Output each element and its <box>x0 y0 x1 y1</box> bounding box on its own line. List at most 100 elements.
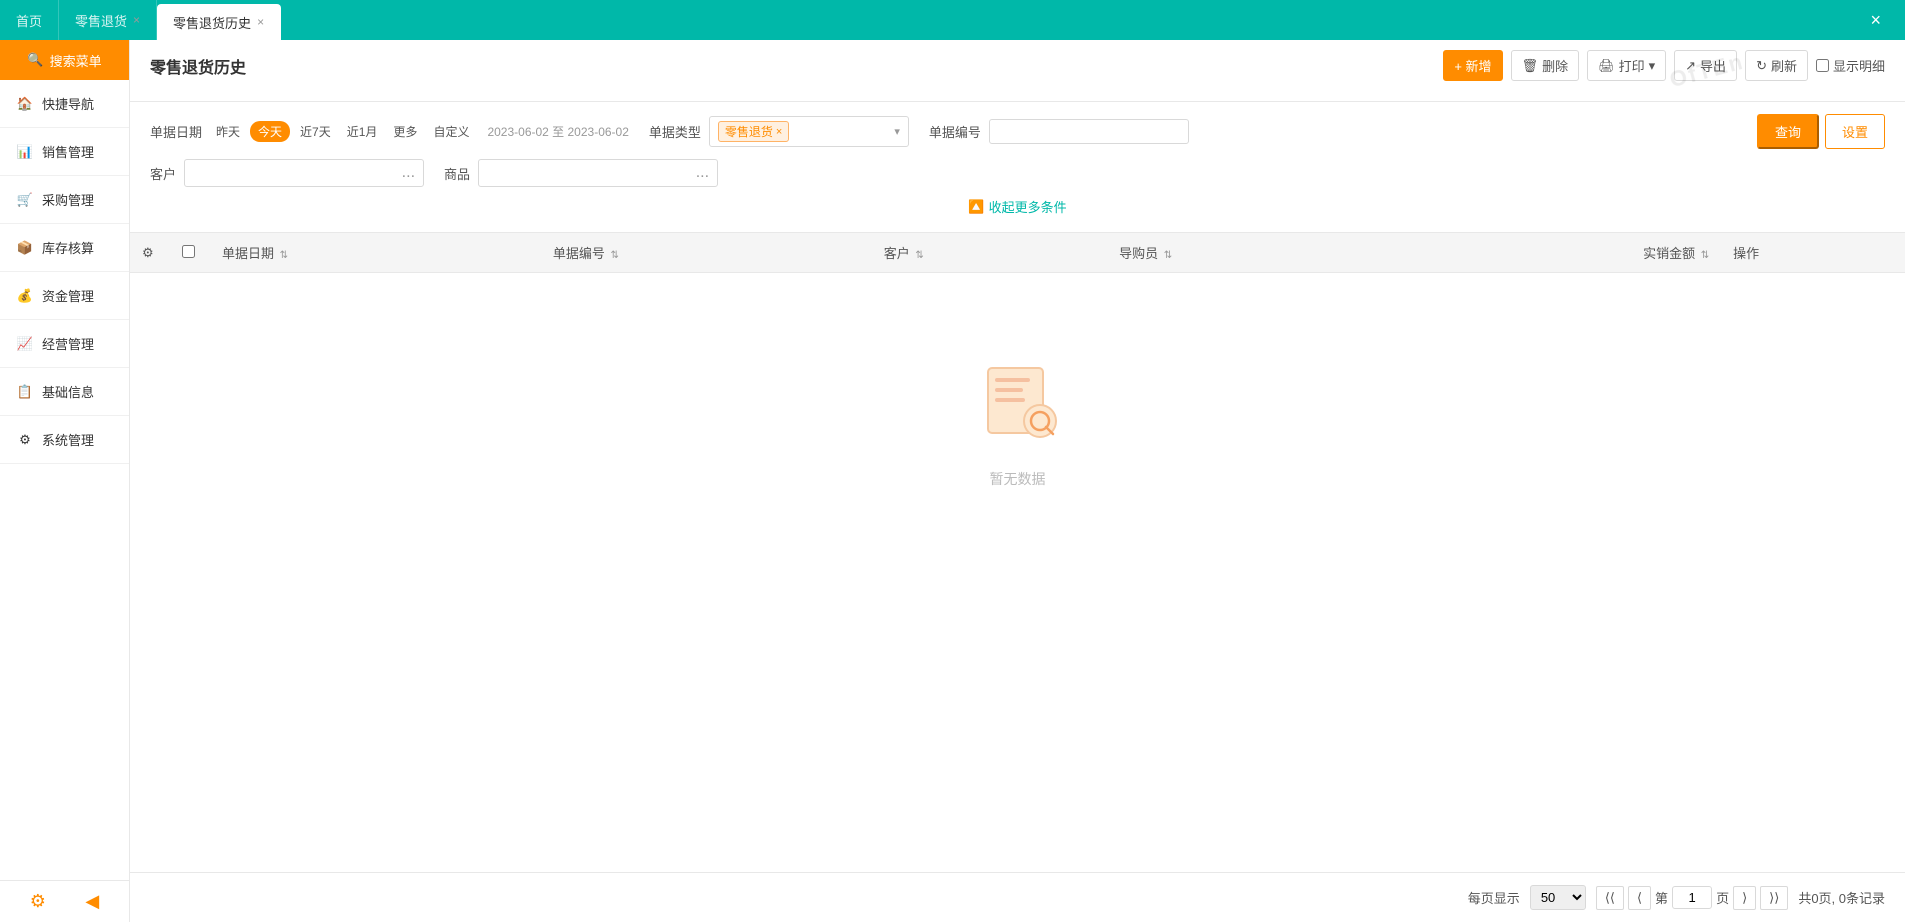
next-page-btn[interactable]: ⟩ <box>1733 886 1756 910</box>
voucher-type-chevron: ▾ <box>894 125 900 138</box>
sidebar-item-operations[interactable]: 📈 经营管理 <box>0 320 129 368</box>
print-dropdown-icon: ▾ <box>1649 58 1656 74</box>
search-menu-label: 搜索菜单 <box>50 51 102 70</box>
th-settings[interactable]: ⚙ <box>130 233 170 273</box>
voucher-no-filter: 单据编号 <box>929 119 1189 144</box>
sidebar-item-basic-info[interactable]: 📋 基础信息 <box>0 368 129 416</box>
content-area: 零售退货历史 + 新增 🗑 删除 🖨 打印 ▾ ↗ 导出 <box>130 40 1905 922</box>
settings-button[interactable]: 设置 <box>1825 114 1885 149</box>
th-date[interactable]: 单据日期 ⇅ <box>210 233 541 273</box>
sidebar-item-sales-mgmt[interactable]: 📊 销售管理 <box>0 128 129 176</box>
voucher-type-tag: 零售退货 × <box>718 121 789 142</box>
th-customer[interactable]: 客户 ⇅ <box>872 233 1107 273</box>
th-amount[interactable]: 实销金额 ⇅ <box>1390 233 1721 273</box>
sidebar-label-basic-info: 基础信息 <box>42 382 94 401</box>
sidebar-label-inventory: 库存核算 <box>42 238 94 257</box>
voucher-type-select[interactable]: 零售退货 × ▾ <box>709 116 909 147</box>
th-guide-label: 导购员 <box>1119 246 1158 261</box>
goods-input[interactable] <box>487 166 692 181</box>
export-button[interactable]: ↗ 导出 <box>1674 50 1737 81</box>
page-size-select[interactable]: 50 100 200 <box>1530 885 1586 910</box>
sidebar-item-quick-nav[interactable]: 🏠 快捷导航 <box>0 80 129 128</box>
sidebar-item-system[interactable]: ⚙ 系统管理 <box>0 416 129 464</box>
tab-close-return[interactable]: × <box>133 13 140 27</box>
main-layout: 🔍 搜索菜单 🏠 快捷导航 📊 销售管理 🛒 采购管理 📦 库存核算 💰 资金管… <box>0 40 1905 922</box>
th-checkbox[interactable] <box>170 233 210 273</box>
data-table: ⚙ 单据日期 ⇅ 单据编号 ⇅ 客户 ⇅ <box>130 233 1905 273</box>
goods-label: 商品 <box>444 164 470 183</box>
sidebar-item-finance[interactable]: 💰 资金管理 <box>0 272 129 320</box>
tab-label-home: 首页 <box>16 11 42 30</box>
date-filter-buttons: 昨天 今天 近7天 近1月 更多 自定义 <box>210 121 475 142</box>
new-button[interactable]: + 新增 <box>1443 50 1502 81</box>
delete-icon: 🗑 <box>1522 58 1539 74</box>
date-yesterday[interactable]: 昨天 <box>210 121 246 142</box>
window-close-btn[interactable]: × <box>1862 6 1889 35</box>
last-page-btn[interactable]: ⟩⟩ <box>1760 886 1788 910</box>
goods-dots[interactable]: ... <box>696 164 709 182</box>
tab-return-history[interactable]: 零售退货历史× <box>157 4 281 40</box>
tab-return[interactable]: 零售退货 × <box>59 0 157 40</box>
page-title: 零售退货历史 <box>150 54 246 78</box>
refresh-icon: ↻ <box>1756 58 1767 74</box>
customer-dots[interactable]: ... <box>402 164 415 182</box>
customer-label: 客户 <box>150 164 176 183</box>
print-button[interactable]: 🖨 打印 ▾ <box>1587 50 1666 81</box>
page-nav: ⟨⟨ ⟨ 第 页 ⟩ ⟩⟩ <box>1596 886 1789 910</box>
delete-button[interactable]: 🗑 删除 <box>1511 50 1580 81</box>
sidebar-label-system: 系统管理 <box>42 430 94 449</box>
sidebar-item-inventory[interactable]: 📦 库存核算 <box>0 224 129 272</box>
page-input[interactable] <box>1672 886 1712 909</box>
date-more[interactable]: 更多 <box>387 121 423 142</box>
sidebar: 🔍 搜索菜单 🏠 快捷导航 📊 销售管理 🛒 采购管理 📦 库存核算 💰 资金管… <box>0 40 130 922</box>
first-page-btn[interactable]: ⟨⟨ <box>1596 886 1624 910</box>
tab-close-return-history[interactable]: × <box>257 15 264 29</box>
date-label: 单据日期 <box>150 122 202 141</box>
table-header: ⚙ 单据日期 ⇅ 单据编号 ⇅ 客户 ⇅ <box>130 233 1905 273</box>
th-no[interactable]: 单据编号 ⇅ <box>541 233 872 273</box>
date-custom[interactable]: 自定义 <box>427 121 475 142</box>
settings-icon[interactable]: ⚙ <box>30 891 46 912</box>
table-header-row: ⚙ 单据日期 ⇅ 单据编号 ⇅ 客户 ⇅ <box>130 233 1905 273</box>
sidebar-label-operations: 经营管理 <box>42 334 94 353</box>
voucher-no-input[interactable] <box>989 119 1189 144</box>
system-icon: ⚙ <box>16 431 34 449</box>
voucher-type-tag-close[interactable]: × <box>776 126 782 138</box>
search-menu-btn[interactable]: 🔍 搜索菜单 <box>0 40 129 80</box>
goods-input-wrap[interactable]: ... <box>478 159 718 187</box>
sidebar-label-purchase-mgmt: 采购管理 <box>42 190 94 209</box>
tab-label-return: 零售退货 <box>75 11 127 30</box>
chevron-up-icon: 🔼 <box>968 199 984 215</box>
th-customer-sort: ⇅ <box>915 250 923 261</box>
select-all-checkbox[interactable] <box>182 245 195 258</box>
prev-page-btn[interactable]: ⟨ <box>1628 886 1651 910</box>
th-customer-label: 客户 <box>884 246 910 261</box>
date-7days[interactable]: 近7天 <box>294 121 337 142</box>
top-bar-right: × <box>1862 6 1905 35</box>
pagination-bar: 每页显示 50 100 200 ⟨⟨ ⟨ 第 页 ⟩ ⟩⟩ 共0页, 0条记录 <box>130 872 1905 922</box>
customer-input-wrap[interactable]: ... <box>184 159 424 187</box>
sidebar-label-quick-nav: 快捷导航 <box>42 94 94 113</box>
voucher-type-label: 单据类型 <box>649 122 701 141</box>
print-icon: 🖨 <box>1598 58 1615 74</box>
date-today[interactable]: 今天 <box>250 121 290 142</box>
collapse-sidebar-icon[interactable]: ◀ <box>85 891 99 912</box>
finance-icon: 💰 <box>16 287 34 305</box>
date-1month[interactable]: 近1月 <box>341 121 384 142</box>
collapse-filters-btn[interactable]: 🔼 收起更多条件 <box>968 197 1066 216</box>
sidebar-item-purchase-mgmt[interactable]: 🛒 采购管理 <box>0 176 129 224</box>
th-date-sort: ⇅ <box>280 250 288 261</box>
empty-icon <box>968 353 1068 453</box>
th-guide[interactable]: 导购员 ⇅ <box>1107 233 1390 273</box>
home-icon: 🏠 <box>16 95 34 113</box>
tab-home[interactable]: 首页 <box>0 0 59 40</box>
refresh-button[interactable]: ↻ 刷新 <box>1745 50 1808 81</box>
collapse-filters-row: 🔼 收起更多条件 <box>150 197 1885 216</box>
customer-input[interactable] <box>193 166 398 181</box>
inventory-icon: 📦 <box>16 239 34 257</box>
goods-filter: 商品 ... <box>444 159 718 187</box>
display-toggle[interactable]: 显示明细 <box>1816 56 1885 75</box>
query-button[interactable]: 查询 <box>1757 114 1819 149</box>
page-total: 共0页, 0条记录 <box>1798 888 1885 907</box>
display-toggle-checkbox[interactable] <box>1816 59 1829 72</box>
